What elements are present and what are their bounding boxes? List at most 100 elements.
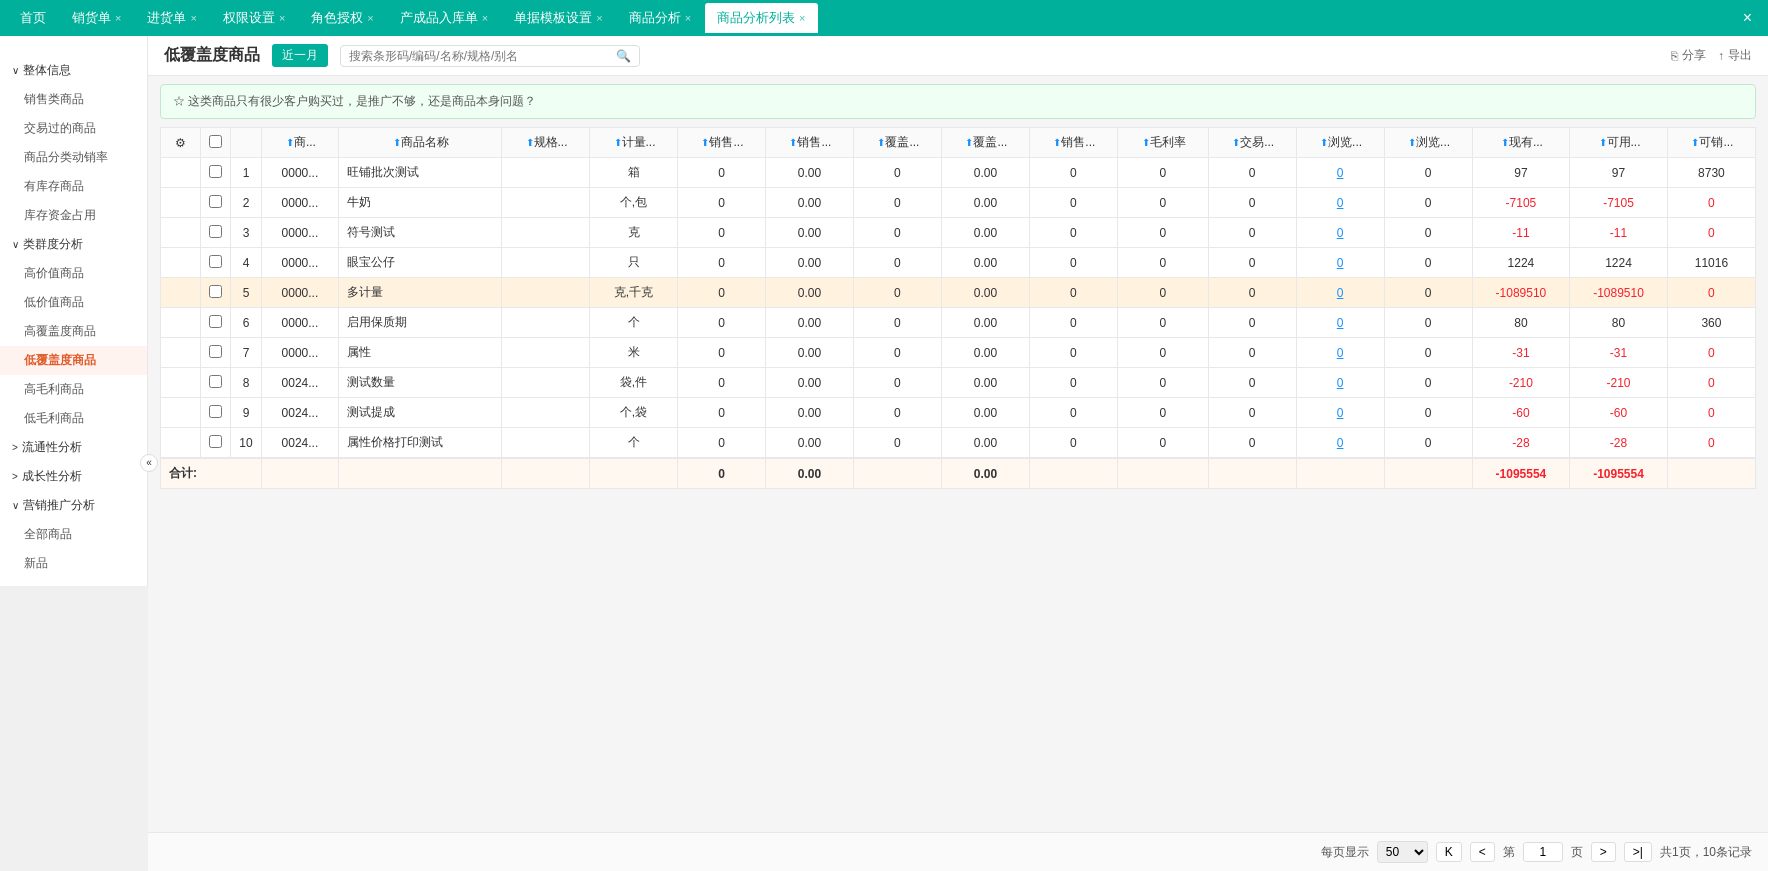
tab-product-analysis[interactable]: 商品分析 ×	[617, 3, 703, 33]
first-page-button[interactable]: K	[1436, 842, 1462, 862]
close-icon[interactable]: ×	[685, 12, 691, 24]
search-box[interactable]: 🔍	[340, 45, 640, 67]
sidebar-item-sales-goods[interactable]: 销售类商品	[0, 85, 147, 114]
browse1-cell[interactable]: 0	[1296, 278, 1384, 308]
row-checkbox[interactable]	[209, 375, 222, 388]
row-checkbox-cell[interactable]	[201, 428, 231, 459]
sidebar-item-low-coverage[interactable]: 低覆盖度商品	[0, 346, 147, 375]
last-page-button[interactable]: >|	[1624, 842, 1652, 862]
row-checkbox-cell[interactable]	[201, 248, 231, 278]
gross-rate-column-header[interactable]: ⬆毛利率	[1117, 128, 1208, 158]
tab-template-settings[interactable]: 单据模板设置 ×	[502, 3, 614, 33]
coverage2-cell: 0.00	[941, 338, 1029, 368]
close-icon[interactable]: ×	[596, 12, 602, 24]
search-input[interactable]	[349, 49, 612, 63]
row-checkbox-cell[interactable]	[201, 368, 231, 398]
row-checkbox[interactable]	[209, 285, 222, 298]
browse1-cell[interactable]: 0	[1296, 188, 1384, 218]
sidebar-item-high-margin[interactable]: 高毛利商品	[0, 375, 147, 404]
coverage1-column-header[interactable]: ⬆覆盖...	[853, 128, 941, 158]
sidebar-section-overview[interactable]: ∨ 整体信息	[0, 56, 147, 85]
select-all-checkbox[interactable]	[209, 135, 222, 148]
sidebar-section-circulation[interactable]: > 流通性分析	[0, 433, 147, 462]
close-icon[interactable]: ×	[367, 12, 373, 24]
sidebar-item-new-products[interactable]: 新品	[0, 549, 147, 578]
export-button[interactable]: ↑ 导出	[1718, 47, 1752, 64]
sales-amt-column-header[interactable]: ⬆销售...	[765, 128, 853, 158]
row-checkbox[interactable]	[209, 405, 222, 418]
sidebar-item-category-sales-rate[interactable]: 商品分类动销率	[0, 143, 147, 172]
tab-home[interactable]: 首页	[8, 3, 58, 33]
tab-product-analysis-list[interactable]: 商品分析列表 ×	[705, 3, 817, 33]
sellable-column-header[interactable]: ⬆可销...	[1667, 128, 1755, 158]
name-column-header[interactable]: ⬆商品名称	[339, 128, 502, 158]
prev-page-button[interactable]: <	[1470, 842, 1495, 862]
tab-permissions[interactable]: 权限设置 ×	[211, 3, 297, 33]
row-checkbox[interactable]	[209, 435, 222, 448]
browse2-column-header[interactable]: ⬆浏览...	[1384, 128, 1472, 158]
search-icon[interactable]: 🔍	[616, 49, 631, 63]
browse1-cell[interactable]: 0	[1296, 398, 1384, 428]
row-checkbox-cell[interactable]	[201, 158, 231, 188]
sidebar-section-growth[interactable]: > 成长性分析	[0, 462, 147, 491]
sidebar-item-in-stock-goods[interactable]: 有库存商品	[0, 172, 147, 201]
close-icon[interactable]: ×	[799, 12, 805, 24]
gross-rate-cell: 0	[1117, 218, 1208, 248]
share-button[interactable]: ⎘ 分享	[1671, 47, 1706, 64]
row-checkbox-cell[interactable]	[201, 308, 231, 338]
browse1-cell[interactable]: 0	[1296, 338, 1384, 368]
row-checkbox[interactable]	[209, 255, 222, 268]
spec-column-header[interactable]: ⬆规格...	[502, 128, 590, 158]
close-icon[interactable]: ×	[279, 12, 285, 24]
sidebar-collapse-button[interactable]: «	[140, 454, 148, 472]
sidebar-item-low-margin[interactable]: 低毛利商品	[0, 404, 147, 433]
coverage2-column-header[interactable]: ⬆覆盖...	[941, 128, 1029, 158]
sales-qty-column-header[interactable]: ⬆销售...	[678, 128, 766, 158]
row-checkbox[interactable]	[209, 345, 222, 358]
browse1-cell[interactable]: 0	[1296, 428, 1384, 459]
tab-sales-order[interactable]: 销货单 ×	[60, 3, 133, 33]
summary-sales-qty: 0	[678, 458, 766, 489]
row-checkbox-cell[interactable]	[201, 338, 231, 368]
sidebar-item-high-value[interactable]: 高价值商品	[0, 259, 147, 288]
row-checkbox[interactable]	[209, 225, 222, 238]
available-column-header[interactable]: ⬆可用...	[1570, 128, 1668, 158]
settings-column-header[interactable]: ⚙	[161, 128, 201, 158]
trade-column-header[interactable]: ⬆交易...	[1208, 128, 1296, 158]
browse1-column-header[interactable]: ⬆浏览...	[1296, 128, 1384, 158]
close-icon[interactable]: ×	[115, 12, 121, 24]
sidebar-item-traded-goods[interactable]: 交易过的商品	[0, 114, 147, 143]
sidebar-item-high-coverage[interactable]: 高覆盖度商品	[0, 317, 147, 346]
row-checkbox[interactable]	[209, 315, 222, 328]
browse1-cell[interactable]: 0	[1296, 248, 1384, 278]
close-icon[interactable]: ×	[482, 12, 488, 24]
unit-column-header[interactable]: ⬆计量...	[590, 128, 678, 158]
sales3-column-header[interactable]: ⬆销售...	[1029, 128, 1117, 158]
sidebar-item-stock-capital[interactable]: 库存资金占用	[0, 201, 147, 230]
browse1-cell[interactable]: 0	[1296, 308, 1384, 338]
row-checkbox-cell[interactable]	[201, 218, 231, 248]
sidebar-section-marketing[interactable]: ∨ 营销推广分析	[0, 491, 147, 520]
period-button[interactable]: 近一月	[272, 44, 328, 67]
close-all-tabs-button[interactable]: ×	[1735, 5, 1760, 31]
browse1-cell[interactable]: 0	[1296, 368, 1384, 398]
row-checkbox-cell[interactable]	[201, 278, 231, 308]
row-checkbox[interactable]	[209, 165, 222, 178]
tab-purchase-order[interactable]: 进货单 ×	[135, 3, 208, 33]
sidebar-section-cluster[interactable]: ∨ 类群度分析	[0, 230, 147, 259]
sidebar-item-low-value[interactable]: 低价值商品	[0, 288, 147, 317]
next-page-button[interactable]: >	[1591, 842, 1616, 862]
code-column-header[interactable]: ⬆商...	[261, 128, 338, 158]
browse1-cell[interactable]: 0	[1296, 218, 1384, 248]
row-checkbox-cell[interactable]	[201, 398, 231, 428]
page-number-input[interactable]	[1523, 842, 1563, 862]
row-checkbox-cell[interactable]	[201, 188, 231, 218]
tab-role-auth[interactable]: 角色授权 ×	[299, 3, 385, 33]
tab-product-inbound[interactable]: 产成品入库单 ×	[388, 3, 500, 33]
row-checkbox[interactable]	[209, 195, 222, 208]
current-column-header[interactable]: ⬆现有...	[1472, 128, 1570, 158]
per-page-select[interactable]: 50 10 20 100	[1377, 841, 1428, 863]
close-icon[interactable]: ×	[190, 12, 196, 24]
sidebar-item-all-goods[interactable]: 全部商品	[0, 520, 147, 549]
browse1-cell[interactable]: 0	[1296, 158, 1384, 188]
